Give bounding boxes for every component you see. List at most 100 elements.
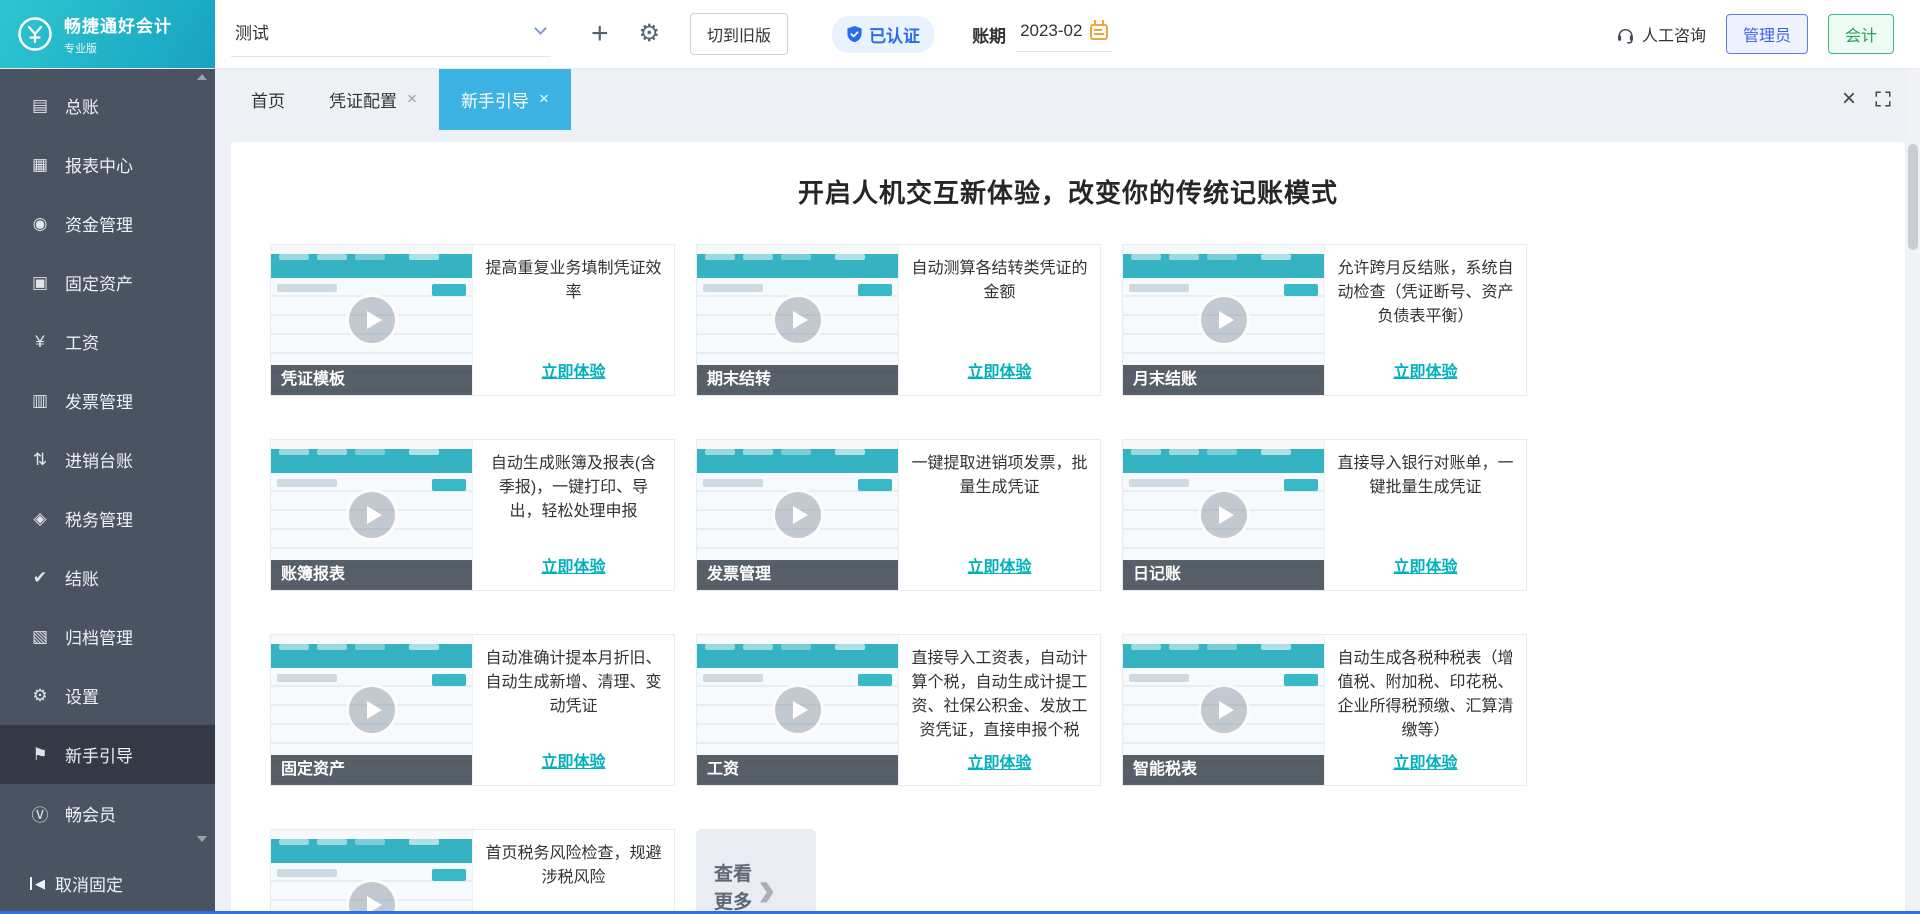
- play-icon: [792, 311, 808, 329]
- play-button[interactable]: [1197, 684, 1250, 736]
- sidebar-item[interactable]: ⚑ 新手引导: [0, 725, 215, 784]
- guide-card: 期末结转 自动测算各结转类凭证的金额 立即体验: [696, 244, 1101, 396]
- play-icon: [366, 506, 382, 524]
- app-logo: 畅捷通好会计 专业版: [0, 0, 215, 68]
- video-thumbnail[interactable]: 智能税表: [1123, 635, 1325, 785]
- sidebar-item[interactable]: ▧ 归档管理: [0, 607, 215, 666]
- video-thumbnail[interactable]: 日记账: [1123, 440, 1325, 590]
- period-value: 2023-02: [1020, 20, 1083, 40]
- play-button[interactable]: [345, 684, 398, 736]
- try-now-link[interactable]: 立即体验: [541, 748, 605, 772]
- video-thumbnail[interactable]: 期末结转: [697, 245, 899, 395]
- sidebar-item-label: 总账: [65, 98, 99, 117]
- play-button[interactable]: [345, 879, 398, 914]
- play-button[interactable]: [771, 489, 824, 541]
- tab[interactable]: 首页: [229, 68, 307, 130]
- vertical-scrollbar[interactable]: [1906, 68, 1920, 914]
- sidebar-menu: ▤ 总账 ▦ 报表中心 ◉ 资金管理 ▣ 固定资产 ¥ 工资 ▥ 发票管理 ⇅ …: [0, 76, 215, 852]
- video-thumbnail[interactable]: 发票管理: [697, 440, 899, 590]
- sidebar-item-label: 固定资产: [65, 275, 133, 294]
- sidebar-scroll-down-icon[interactable]: [197, 836, 207, 842]
- accountant-button[interactable]: 会计: [1827, 14, 1894, 54]
- sidebar-item[interactable]: Ⓥ 畅会员: [0, 784, 215, 843]
- try-now-link[interactable]: 立即体验: [541, 553, 605, 577]
- headset-icon: [1617, 28, 1633, 44]
- play-button[interactable]: [345, 489, 398, 541]
- card-description: 自动生成各税种税表（增值税、附加税、印花税、企业所得税预缴、汇算清缴等）: [1337, 650, 1514, 739]
- tab-close-icon[interactable]: ×: [407, 89, 417, 109]
- video-thumbnail[interactable]: 工资: [697, 635, 899, 785]
- tab[interactable]: 新手引导 ×: [438, 68, 571, 130]
- video-thumbnail[interactable]: 月末结账: [1123, 245, 1325, 395]
- support-link[interactable]: 人工咨询: [1616, 22, 1706, 46]
- tab-label: 凭证配置: [329, 91, 397, 111]
- sidebar-item[interactable]: ¥ 工资: [0, 312, 215, 371]
- admin-button[interactable]: 管理员: [1725, 14, 1808, 54]
- video-thumbnail[interactable]: [271, 830, 473, 914]
- app-logo-text: 畅捷通好会计 专业版: [64, 12, 172, 56]
- add-button[interactable]: +: [591, 19, 609, 49]
- close-all-tabs-icon[interactable]: ×: [1842, 87, 1856, 111]
- try-now-link[interactable]: 立即体验: [967, 553, 1031, 577]
- sidebar-item[interactable]: ▤ 总账: [0, 76, 215, 135]
- chevron-right-icon: ›: [758, 860, 776, 914]
- try-now-link[interactable]: 立即体验: [1393, 358, 1457, 382]
- sidebar-item-label: 进销台账: [65, 452, 133, 471]
- tab-close-icon[interactable]: ×: [539, 89, 549, 109]
- play-icon: [1218, 311, 1234, 329]
- card-text: 直接导入工资表，自动计算个税，自动生成计提工资、社保公积金、发放工资凭证，直接申…: [899, 635, 1100, 785]
- card-text: 首页税务风险检查，规避涉税风险 立即体验: [473, 830, 674, 914]
- try-now-link[interactable]: 立即体验: [967, 358, 1031, 382]
- sidebar-item[interactable]: ▥ 发票管理: [0, 371, 215, 430]
- guide-card: 固定资产 自动准确计提本月折旧、自动生成新增、清理、变动凭证 立即体验: [270, 634, 675, 786]
- tab[interactable]: 凭证配置 ×: [307, 68, 439, 130]
- content-area: 首页 凭证配置 × 新手引导 × × 开启人机交互新体验，改变你的传统记账模式 …: [215, 68, 1920, 914]
- tab-label: 首页: [251, 91, 285, 111]
- card-description: 自动测算各结转类凭证的金额: [911, 260, 1088, 301]
- play-button[interactable]: [771, 684, 824, 736]
- period-picker[interactable]: 2023-02: [1016, 17, 1113, 52]
- calendar-icon: [1090, 19, 1109, 40]
- sidebar-scroll-up-icon[interactable]: [197, 74, 207, 80]
- sidebar-item[interactable]: ✔ 结账: [0, 548, 215, 607]
- topbar: 畅捷通好会计 专业版 测试 + ⚙ 切到旧版 已认证 账期 2023-02 人工…: [0, 0, 1920, 68]
- scrollbar-thumb[interactable]: [1908, 144, 1918, 250]
- fullscreen-icon[interactable]: [1874, 90, 1892, 108]
- sidebar-item-icon: ▦: [31, 154, 49, 174]
- unpin-sidebar-button[interactable]: ◀ 取消固定: [0, 852, 215, 914]
- period-label: 账期: [972, 26, 1007, 46]
- play-button[interactable]: [1197, 294, 1250, 346]
- play-button[interactable]: [771, 294, 824, 346]
- sidebar-item[interactable]: ◉ 资金管理: [0, 194, 215, 253]
- card-text: 允许跨月反结账，系统自动检查（凭证断号、资产负债表平衡） 立即体验: [1325, 245, 1526, 395]
- sidebar-item-label: 工资: [65, 334, 99, 353]
- guide-card: 凭证模板 提高重复业务填制凭证效率 立即体验: [270, 244, 675, 396]
- sidebar-item[interactable]: ⚙ 设置: [0, 666, 215, 725]
- app-logo-icon: [18, 17, 52, 51]
- sidebar-item-icon: Ⓥ: [31, 806, 49, 825]
- video-thumbnail[interactable]: 固定资产: [271, 635, 473, 785]
- play-button[interactable]: [345, 294, 398, 346]
- video-thumbnail[interactable]: 账簿报表: [271, 440, 473, 590]
- card-description: 一键提取进销项发票，批量生成凭证: [911, 455, 1088, 496]
- sidebar-item[interactable]: ⇅ 进销台账: [0, 430, 215, 489]
- try-now-link[interactable]: 立即体验: [541, 358, 605, 382]
- guide-card: 日记账 直接导入银行对账单，一键批量生成凭证 立即体验: [1122, 439, 1527, 591]
- play-button[interactable]: [1197, 489, 1250, 541]
- sidebar-item[interactable]: ▣ 固定资产: [0, 253, 215, 312]
- settings-gear-icon[interactable]: ⚙: [639, 22, 661, 46]
- try-now-link[interactable]: 立即体验: [1393, 553, 1457, 577]
- card-description: 直接导入工资表，自动计算个税，自动生成计提工资、社保公积金、发放工资凭证，直接申…: [911, 650, 1088, 739]
- video-thumbnail[interactable]: 凭证模板: [271, 245, 473, 395]
- try-now-link[interactable]: 立即体验: [1393, 749, 1457, 773]
- card-description: 自动准确计提本月折旧、自动生成新增、清理、变动凭证: [485, 650, 662, 715]
- company-select[interactable]: 测试: [231, 11, 551, 57]
- try-now-link[interactable]: 立即体验: [967, 749, 1031, 773]
- sidebar-item[interactable]: ▦ 报表中心: [0, 135, 215, 194]
- switch-old-version-button[interactable]: 切到旧版: [690, 13, 789, 55]
- view-more-button[interactable]: 查看 更多 ›: [696, 829, 816, 914]
- sidebar-item-label: 畅会员: [65, 806, 116, 825]
- sidebar-item-label: 发票管理: [65, 393, 133, 412]
- sidebar-item[interactable]: ◈ 税务管理: [0, 489, 215, 548]
- card-description: 允许跨月反结账，系统自动检查（凭证断号、资产负债表平衡）: [1337, 260, 1514, 325]
